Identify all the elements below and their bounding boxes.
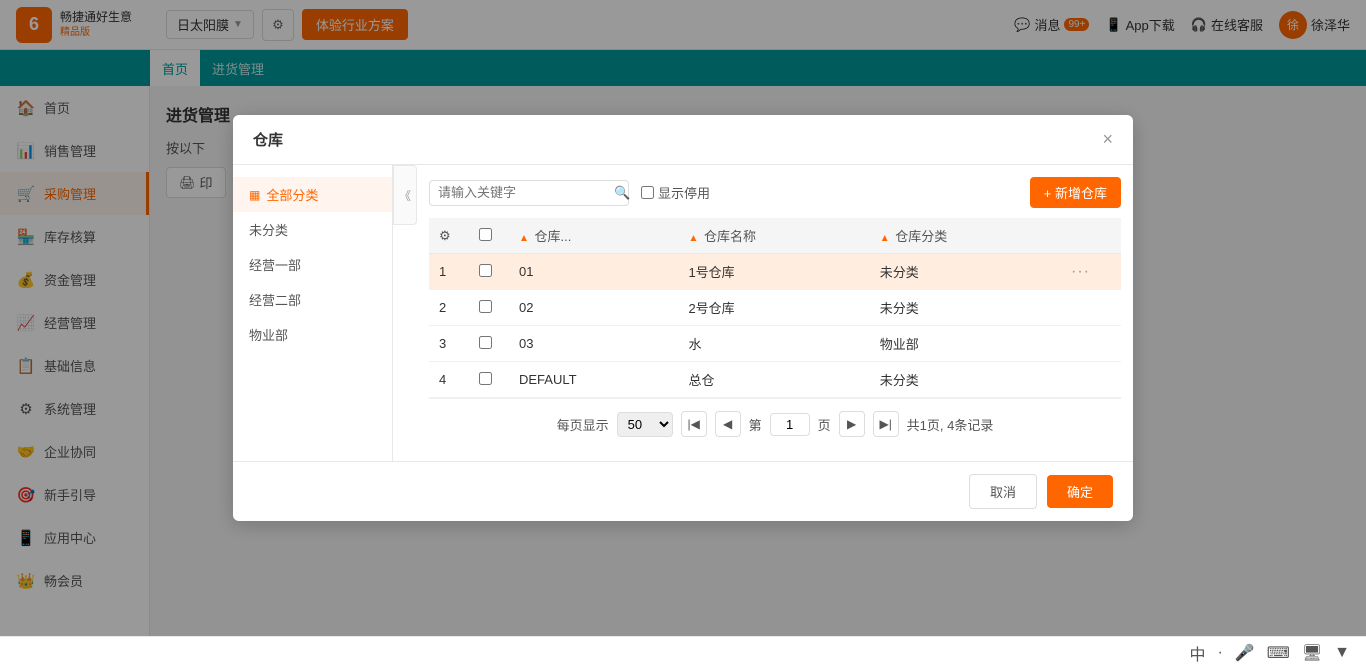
row-category: 未分类 — [870, 362, 1061, 398]
cancel-button[interactable]: 取消 — [969, 474, 1037, 509]
row-name: 2号仓库 — [678, 290, 869, 326]
row-actions: ··· — [1061, 254, 1121, 290]
th-name: ▲ 仓库名称 — [678, 218, 869, 254]
grid-icon: ▦ — [249, 188, 260, 202]
confirm-button[interactable]: 确定 — [1047, 475, 1113, 508]
row-name: 总仓 — [678, 362, 869, 398]
first-page-button[interactable]: |◀ — [681, 411, 707, 437]
row-num: 2 — [429, 290, 469, 326]
chevron-down-icon2[interactable]: ▼ — [1334, 644, 1350, 662]
modal-footer: 取消 确定 — [233, 461, 1133, 521]
prev-page-button[interactable]: ◀ — [715, 411, 741, 437]
table-area: 🔍 显示停用 + 新增仓库 — [417, 165, 1133, 461]
search-box: 🔍 — [429, 180, 629, 206]
row-select-2[interactable] — [479, 300, 492, 313]
table-row[interactable]: 3 03 水 物业部 — [429, 326, 1121, 362]
table-container: ⚙ ▲ 仓库... ▲ — [429, 218, 1121, 398]
next-page-button[interactable]: ▶ — [839, 411, 865, 437]
warehouse-table: ⚙ ▲ 仓库... ▲ — [429, 218, 1121, 398]
row-code: 03 — [509, 326, 678, 362]
row-code: 01 — [509, 254, 678, 290]
row-checkbox — [469, 254, 509, 290]
sort-icon3: ▲ — [880, 233, 890, 244]
category-sidebar: ▦ 全部分类 未分类 经营一部 经营二部 物业部 — [233, 165, 393, 461]
row-actions — [1061, 290, 1121, 326]
row-category: 物业部 — [870, 326, 1061, 362]
row-actions — [1061, 326, 1121, 362]
last-page-button[interactable]: ▶| — [873, 411, 899, 437]
lang-switch-icon[interactable]: 中 — [1189, 641, 1205, 665]
row-code: 02 — [509, 290, 678, 326]
table-row[interactable]: 1 01 1号仓库 未分类 ··· — [429, 254, 1121, 290]
modal-title: 仓库 — [253, 129, 283, 150]
close-button[interactable]: × — [1102, 129, 1113, 150]
dot-icon: · — [1218, 644, 1223, 662]
cat-item-all[interactable]: ▦ 全部分类 — [233, 177, 392, 212]
page-size-select[interactable]: 50 10 20 100 — [617, 412, 673, 437]
add-warehouse-button[interactable]: + 新增仓库 — [1030, 177, 1121, 208]
monitor-icon[interactable]: 🖥 — [1302, 643, 1322, 663]
row-select-3[interactable] — [479, 336, 492, 349]
row-select-4[interactable] — [479, 372, 492, 385]
table-header: ⚙ ▲ 仓库... ▲ — [429, 218, 1121, 254]
table-toolbar: 🔍 显示停用 + 新增仓库 — [429, 177, 1121, 208]
page-label: 第 — [749, 415, 762, 434]
row-checkbox — [469, 362, 509, 398]
th-code: ▲ 仓库... — [509, 218, 678, 254]
pagination: 每页显示 50 10 20 100 |◀ ◀ 第 页 ▶ ▶| 共1页, 4条记… — [429, 398, 1121, 449]
sort-icon2: ▲ — [688, 233, 698, 244]
modal-header: 仓库 × — [233, 115, 1133, 165]
search-icon[interactable]: 🔍 — [614, 185, 630, 201]
cat-item-uncategorized[interactable]: 未分类 — [233, 212, 392, 247]
th-gear: ⚙ — [429, 218, 469, 254]
row-checkbox — [469, 290, 509, 326]
show-disabled-checkbox[interactable] — [641, 186, 654, 199]
cat-item-dept1[interactable]: 经营一部 — [233, 247, 392, 282]
mic-icon[interactable]: 🎤 — [1235, 643, 1255, 663]
collapse-button[interactable]: 《 — [393, 165, 417, 225]
sort-icon: ▲ — [519, 233, 529, 244]
select-all-checkbox[interactable] — [479, 228, 492, 241]
cat-item-property[interactable]: 物业部 — [233, 317, 392, 352]
cat-item-dept2[interactable]: 经营二部 — [233, 282, 392, 317]
row-code: DEFAULT — [509, 362, 678, 398]
show-disabled-label[interactable]: 显示停用 — [641, 183, 710, 202]
bottom-bar: 中 · 🎤 ⌨ 🖥 ▼ — [0, 636, 1366, 668]
row-num: 4 — [429, 362, 469, 398]
th-category: ▲ 仓库分类 — [870, 218, 1061, 254]
row-select-1[interactable] — [479, 264, 492, 277]
table-row[interactable]: 4 DEFAULT 总仓 未分类 — [429, 362, 1121, 398]
row-num: 1 — [429, 254, 469, 290]
row-name: 1号仓库 — [678, 254, 869, 290]
keyboard-icon[interactable]: ⌨ — [1267, 643, 1290, 663]
search-input[interactable] — [438, 185, 614, 200]
row-checkbox — [469, 326, 509, 362]
table-body: 1 01 1号仓库 未分类 ··· 2 02 2 — [429, 254, 1121, 398]
settings-icon[interactable]: ⚙ — [439, 228, 451, 243]
more-actions-icon[interactable]: ··· — [1071, 263, 1090, 280]
row-name: 水 — [678, 326, 869, 362]
modal-body: ▦ 全部分类 未分类 经营一部 经营二部 物业部 《 — [233, 165, 1133, 461]
row-actions — [1061, 362, 1121, 398]
table-row[interactable]: 2 02 2号仓库 未分类 — [429, 290, 1121, 326]
th-actions — [1061, 218, 1121, 254]
th-checkbox — [469, 218, 509, 254]
row-category: 未分类 — [870, 254, 1061, 290]
page-unit-label: 页 — [818, 415, 831, 434]
row-category: 未分类 — [870, 290, 1061, 326]
row-num: 3 — [429, 326, 469, 362]
total-label: 共1页, 4条记录 — [907, 415, 994, 434]
modal-overlay: 仓库 × ▦ 全部分类 未分类 经营一部 经营二部 — [0, 0, 1366, 636]
page-input[interactable] — [770, 413, 810, 436]
warehouse-modal: 仓库 × ▦ 全部分类 未分类 经营一部 经营二部 — [233, 115, 1133, 521]
